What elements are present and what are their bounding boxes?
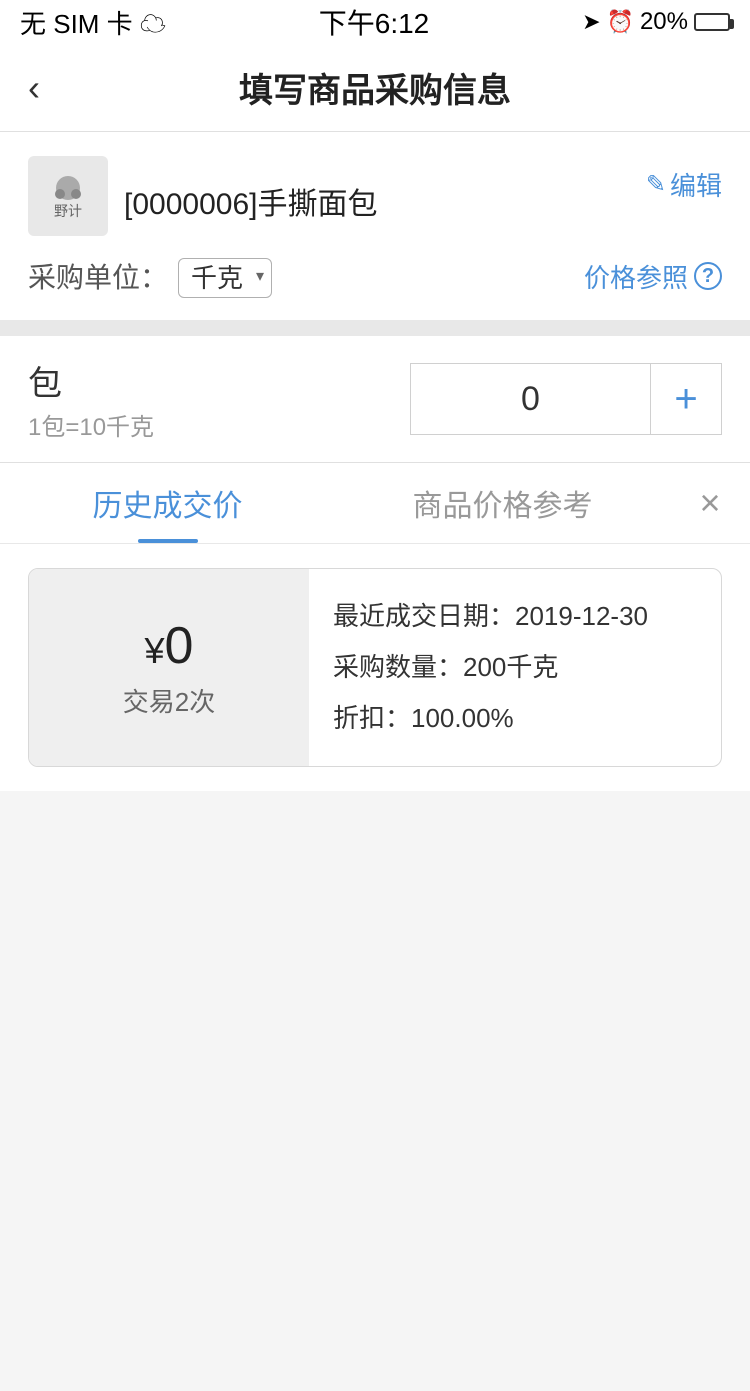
quantity-input[interactable]: 0 [410,363,650,435]
quantity-ratio: 1包=10千克 [28,407,154,442]
product-thumbnail: 野计 [28,156,108,236]
page-title: 填写商品采购信息 [239,63,511,112]
tab-close-button[interactable]: × [670,463,750,543]
quantity-plus-button[interactable]: + [650,363,722,435]
purchase-qty-label: 采购数量： [333,652,463,682]
main-content-area [0,791,750,1391]
product-section: 野计 [0000006]手撕面包 ✎ 编辑 采购单位： 千克 ▾ 价格参照 ? [0,132,750,320]
discount-row: 折扣：100.00% [333,699,697,738]
unit-left: 采购单位： 千克 ▾ [28,256,272,296]
status-right: ➤ ⏰ 20% [582,8,730,36]
quantity-section: 包 1包=10千克 0 + [0,336,750,462]
unit-select-wrapper[interactable]: 千克 ▾ [178,258,272,295]
unit-label: 采购单位： [28,256,168,296]
currency-symbol: ¥ [145,630,165,671]
status-bar: 无 SIM 卡 ☁ 下午6:12 ➤ ⏰ 20% [0,0,750,44]
quantity-input-row: 0 + [410,363,722,435]
alarm-icon: ⏰ [607,9,634,35]
price-value: 0 [165,617,194,675]
product-header: 野计 [0000006]手撕面包 ✎ 编辑 [28,156,722,236]
recent-date-label: 最近成交日期： [333,601,515,631]
battery-level: 20% [640,8,688,36]
section-divider [0,320,750,336]
product-unit-row: 采购单位： 千克 ▾ 价格参照 ? [28,256,722,296]
product-image-icon: 野计 [38,166,98,226]
purchase-qty-row: 采购数量：200千克 [333,648,697,687]
location-icon: ➤ [582,9,600,35]
tab-history-price[interactable]: 历史成交价 [0,463,335,543]
svg-text:野计: 野计 [54,203,82,219]
product-left: 野计 [0000006]手撕面包 [28,156,377,236]
recent-date-value: 2019-12-30 [515,601,648,631]
history-card: ¥0 交易2次 最近成交日期：2019-12-30 采购数量：200千克 折扣：… [28,568,722,767]
quantity-unit-label: 包 [28,356,154,405]
product-name: [0000006]手撕面包 [124,179,377,223]
unit-caret-icon: ▾ [256,266,264,286]
price-ref-button[interactable]: 价格参照 ? [584,258,722,295]
tab-product-price-ref[interactable]: 商品价格参考 [335,463,670,543]
status-time: 下午6:12 [319,2,430,42]
recent-date-row: 最近成交日期：2019-12-30 [333,597,697,636]
battery-icon [694,13,730,31]
edit-pencil-icon: ✎ [646,170,666,199]
trade-count: 交易2次 [123,682,215,719]
discount-label: 折扣： [333,703,411,733]
nav-bar: ‹ 填写商品采购信息 [0,44,750,132]
history-content: ¥0 交易2次 最近成交日期：2019-12-30 采购数量：200千克 折扣：… [0,544,750,791]
quantity-label-block: 包 1包=10千克 [28,356,154,442]
back-button[interactable]: ‹ [28,67,40,109]
price-ref-help-icon: ? [694,262,722,290]
card-price-section: ¥0 交易2次 [29,569,309,766]
tab-active-underline [138,539,198,543]
discount-value: 100.00% [411,703,514,733]
tabs-section: 历史成交价 商品价格参考 × ¥0 交易2次 最近成交日期：2019-12-30… [0,462,750,791]
card-price-display: ¥0 [145,616,194,676]
purchase-qty-value: 200千克 [463,652,558,682]
card-details-section: 最近成交日期：2019-12-30 采购数量：200千克 折扣：100.00% [309,569,721,766]
edit-button[interactable]: ✎ 编辑 [646,166,722,203]
tabs-header: 历史成交价 商品价格参考 × [0,463,750,544]
sim-status: 无 SIM 卡 ☁ [20,4,166,41]
status-left: 无 SIM 卡 ☁ [20,4,166,41]
